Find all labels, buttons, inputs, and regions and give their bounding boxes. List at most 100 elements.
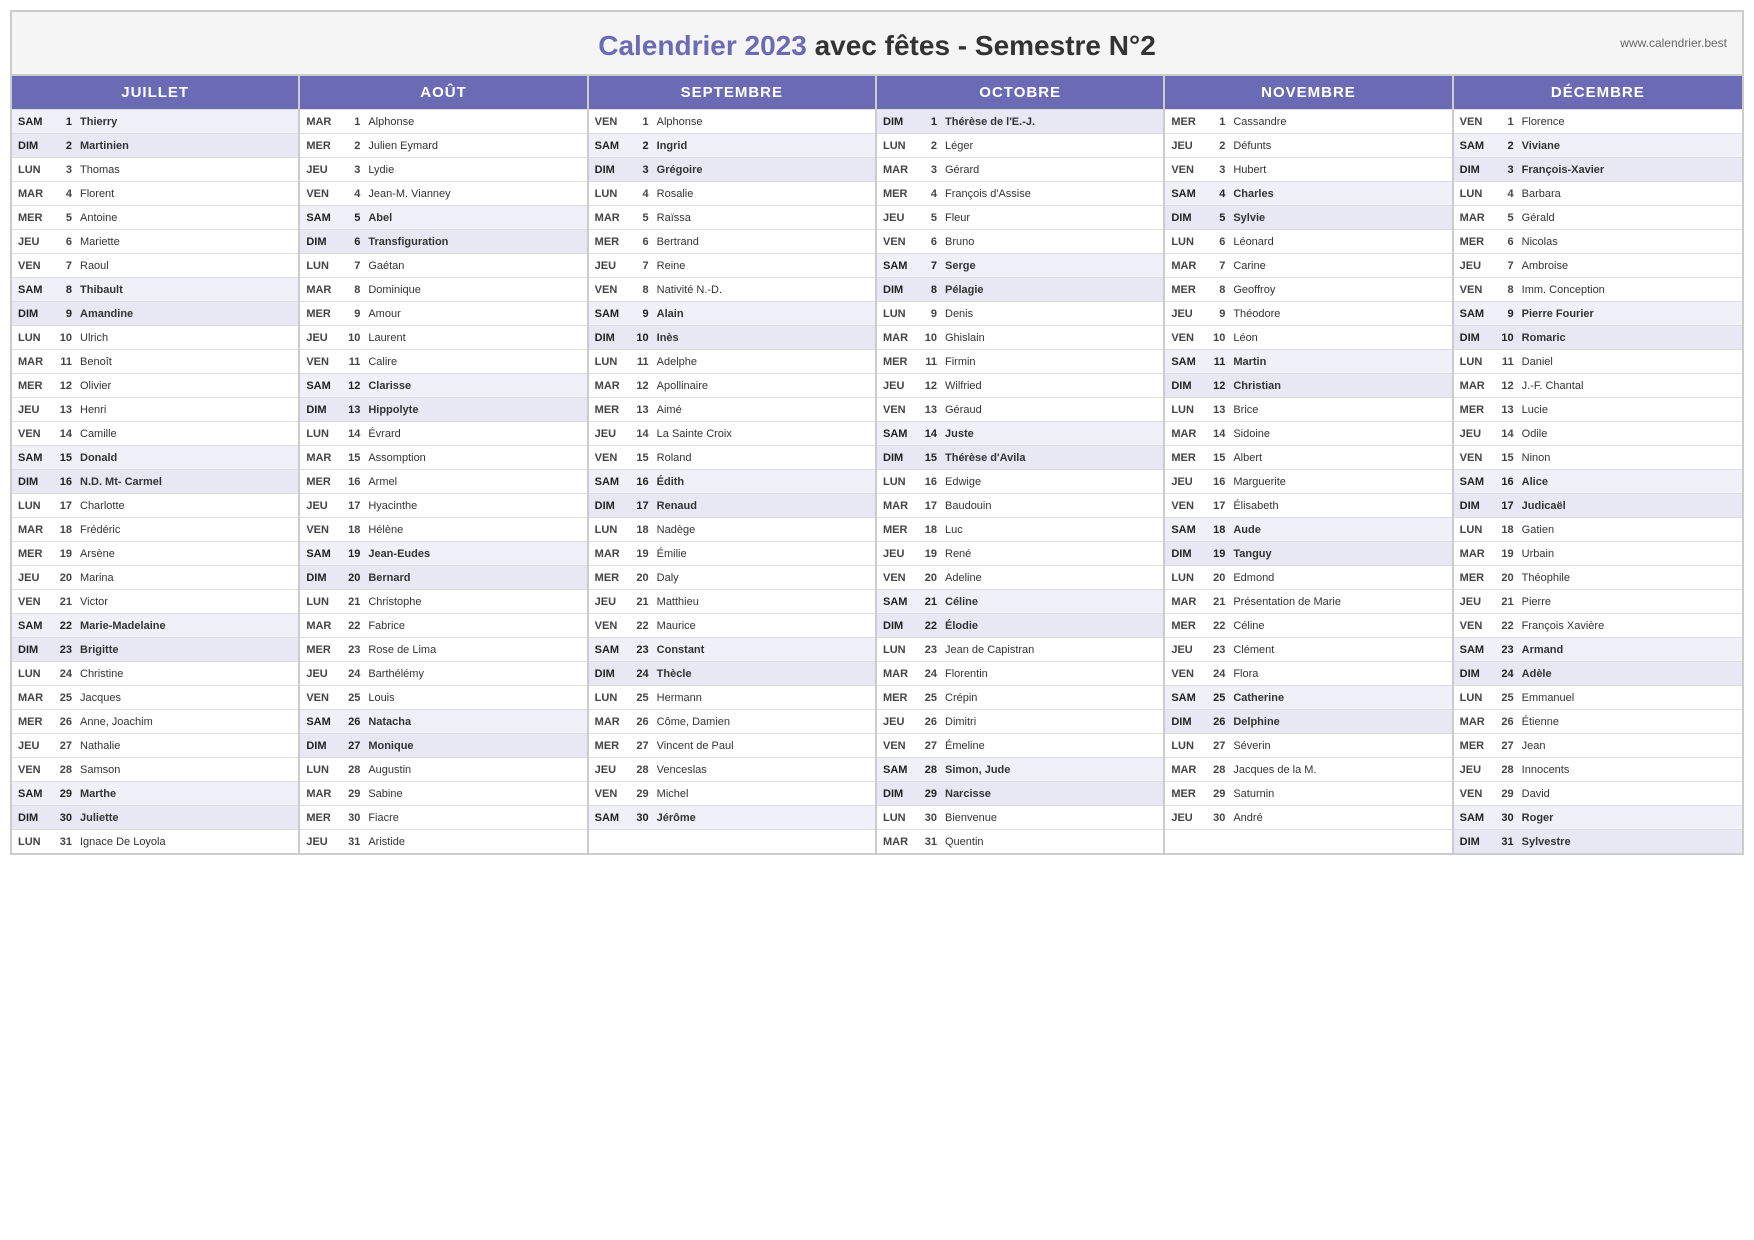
day-num: 30 — [627, 809, 651, 827]
day-name: Clarisse — [362, 377, 586, 395]
day-abbr: DIM — [589, 665, 627, 683]
day-name: Charles — [1227, 185, 1451, 203]
day-name: Léonard — [1227, 233, 1451, 251]
day-num: 26 — [1492, 713, 1516, 731]
day-name: Nativité N.-D. — [651, 281, 875, 299]
day-abbr: MAR — [1454, 713, 1492, 731]
day-name: Daniel — [1516, 353, 1742, 371]
day-num: 17 — [50, 497, 74, 515]
day-abbr: MER — [12, 377, 50, 395]
day-row: MER15Albert — [1165, 445, 1451, 469]
day-name: Denis — [939, 305, 1163, 323]
day-row: SAM23Constant — [589, 637, 875, 661]
day-abbr: DIM — [12, 641, 50, 659]
day-row: MAR21Présentation de Marie — [1165, 589, 1451, 613]
day-name: Delphine — [1227, 713, 1451, 731]
day-name: Alphonse — [651, 113, 875, 131]
day-name: Thierry — [74, 113, 298, 131]
day-abbr: JEU — [1454, 425, 1492, 443]
day-row: SAM9Pierre Fourier — [1454, 301, 1742, 325]
day-row: SAM12Clarisse — [300, 373, 586, 397]
day-abbr: MAR — [12, 185, 50, 203]
day-row: VEN13Géraud — [877, 397, 1163, 421]
day-abbr: VEN — [1165, 665, 1203, 683]
day-num: 30 — [50, 809, 74, 827]
day-num: 1 — [50, 113, 74, 131]
day-abbr: SAM — [300, 545, 338, 563]
day-num: 8 — [627, 281, 651, 299]
day-name: Dominique — [362, 281, 586, 299]
day-num: 31 — [915, 833, 939, 851]
day-name: Léon — [1227, 329, 1451, 347]
month-col-décembre: DÉCEMBREVEN1FlorenceSAM2VivianeDIM3Franç… — [1454, 76, 1742, 853]
day-abbr: SAM — [1165, 689, 1203, 707]
day-name: Lucie — [1516, 401, 1742, 419]
day-abbr: MAR — [300, 281, 338, 299]
day-row: LUN17Charlotte — [12, 493, 298, 517]
day-name: Viviane — [1516, 137, 1742, 155]
day-num: 21 — [1203, 593, 1227, 611]
day-name: Lydie — [362, 161, 586, 179]
day-abbr: LUN — [877, 809, 915, 827]
day-name: Tanguy — [1227, 545, 1451, 563]
day-abbr: JEU — [12, 233, 50, 251]
day-row: MER13Lucie — [1454, 397, 1742, 421]
day-abbr: MER — [1454, 401, 1492, 419]
day-abbr: MAR — [589, 209, 627, 227]
day-abbr: MAR — [877, 329, 915, 347]
day-row: MAR18Frédéric — [12, 517, 298, 541]
day-abbr: MAR — [1165, 593, 1203, 611]
month-header: AOÛT — [300, 76, 586, 109]
day-num: 6 — [627, 233, 651, 251]
day-name: Séverin — [1227, 737, 1451, 755]
day-num: 7 — [915, 257, 939, 275]
day-name: Inès — [651, 329, 875, 347]
day-name: Henri — [74, 401, 298, 419]
day-abbr: MER — [877, 353, 915, 371]
day-row: MAR7Carine — [1165, 253, 1451, 277]
day-num: 15 — [915, 449, 939, 467]
day-row: JEU7Reine — [589, 253, 875, 277]
day-name: Cassandre — [1227, 113, 1451, 131]
day-row: MER22Céline — [1165, 613, 1451, 637]
day-num: 16 — [1203, 473, 1227, 491]
day-abbr: MAR — [12, 353, 50, 371]
day-num: 4 — [1492, 185, 1516, 203]
day-name: Ignace De Loyola — [74, 833, 298, 851]
day-abbr: JEU — [300, 665, 338, 683]
day-abbr: DIM — [300, 569, 338, 587]
day-name: Marguerite — [1227, 473, 1451, 491]
day-name: Jacques — [74, 689, 298, 707]
day-row: MAR26Étienne — [1454, 709, 1742, 733]
day-row: LUN25Emmanuel — [1454, 685, 1742, 709]
day-abbr: JEU — [300, 833, 338, 851]
day-name: Florentin — [939, 665, 1163, 683]
day-name: Nadège — [651, 521, 875, 539]
day-num: 12 — [338, 377, 362, 395]
day-name: Hermann — [651, 689, 875, 707]
day-name: Marie-Madelaine — [74, 617, 298, 635]
day-name: Roland — [651, 449, 875, 467]
day-name: Alice — [1516, 473, 1742, 491]
day-row: VEN20Adeline — [877, 565, 1163, 589]
day-num: 8 — [338, 281, 362, 299]
day-abbr: SAM — [589, 305, 627, 323]
day-name: Julien Eymard — [362, 137, 586, 155]
day-name: Dimitri — [939, 713, 1163, 731]
day-row: LUN14Évrard — [300, 421, 586, 445]
day-name: François-Xavier — [1516, 161, 1742, 179]
day-name: Léger — [939, 137, 1163, 155]
day-name: Thècle — [651, 665, 875, 683]
day-abbr: LUN — [1454, 353, 1492, 371]
day-row: SAM29Marthe — [12, 781, 298, 805]
day-row: MER29Saturnin — [1165, 781, 1451, 805]
day-name: Bruno — [939, 233, 1163, 251]
day-row: JEU26Dimitri — [877, 709, 1163, 733]
day-abbr: LUN — [300, 593, 338, 611]
day-num: 23 — [915, 641, 939, 659]
day-name: Sylvie — [1227, 209, 1451, 227]
day-num: 8 — [1203, 281, 1227, 299]
day-row: SAM18Aude — [1165, 517, 1451, 541]
day-abbr: MER — [877, 521, 915, 539]
day-row: VEN7Raoul — [12, 253, 298, 277]
